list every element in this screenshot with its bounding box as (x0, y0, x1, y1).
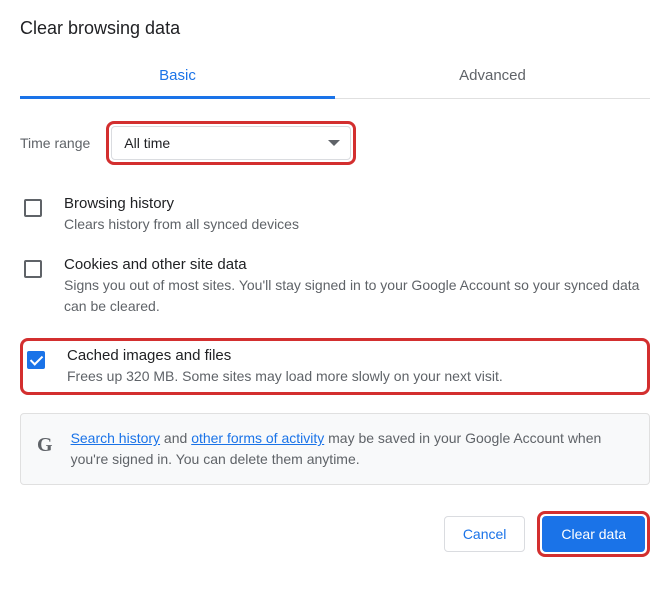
link-other-activity[interactable]: other forms of activity (191, 430, 324, 446)
info-text: Search history and other forms of activi… (71, 428, 633, 470)
clear-data-highlight: Clear data (537, 511, 650, 557)
info-box: G Search history and other forms of acti… (20, 413, 650, 485)
option-title: Browsing history (64, 195, 299, 212)
option-desc: Clears history from all synced devices (64, 214, 299, 234)
tab-advanced[interactable]: Advanced (335, 57, 650, 98)
google-icon: G (37, 430, 53, 460)
time-range-highlight: All time (106, 121, 356, 165)
option-title: Cached images and files (67, 347, 503, 364)
checkbox-cached-files[interactable] (27, 351, 45, 369)
time-range-select[interactable]: All time (111, 126, 351, 160)
clear-data-button[interactable]: Clear data (542, 516, 645, 552)
option-cached-files: Cached images and files Frees up 320 MB.… (20, 338, 650, 395)
link-search-history[interactable]: Search history (71, 430, 160, 446)
tabs: Basic Advanced (20, 57, 650, 99)
option-desc: Frees up 320 MB. Some sites may load mor… (67, 366, 503, 386)
option-text: Cookies and other site data Signs you ou… (64, 256, 646, 316)
dialog-buttons: Cancel Clear data (20, 511, 650, 557)
clear-browsing-data-dialog: Clear browsing data Basic Advanced Time … (0, 0, 670, 577)
option-text: Browsing history Clears history from all… (64, 195, 299, 234)
dialog-title: Clear browsing data (20, 18, 650, 39)
info-text-mid: and (160, 430, 191, 446)
options-list: Browsing history Clears history from all… (20, 195, 650, 395)
cancel-button[interactable]: Cancel (444, 516, 526, 552)
checkbox-browsing-history[interactable] (24, 199, 42, 217)
time-range-value: All time (124, 135, 170, 151)
checkbox-cookies[interactable] (24, 260, 42, 278)
option-cookies: Cookies and other site data Signs you ou… (20, 256, 650, 316)
tab-basic[interactable]: Basic (20, 57, 335, 99)
option-text: Cached images and files Frees up 320 MB.… (67, 347, 503, 386)
option-browsing-history: Browsing history Clears history from all… (20, 195, 650, 234)
time-range-label: Time range (20, 135, 90, 151)
option-title: Cookies and other site data (64, 256, 646, 273)
option-desc: Signs you out of most sites. You'll stay… (64, 275, 646, 316)
time-range-row: Time range All time (20, 121, 650, 165)
chevron-down-icon (328, 140, 340, 146)
